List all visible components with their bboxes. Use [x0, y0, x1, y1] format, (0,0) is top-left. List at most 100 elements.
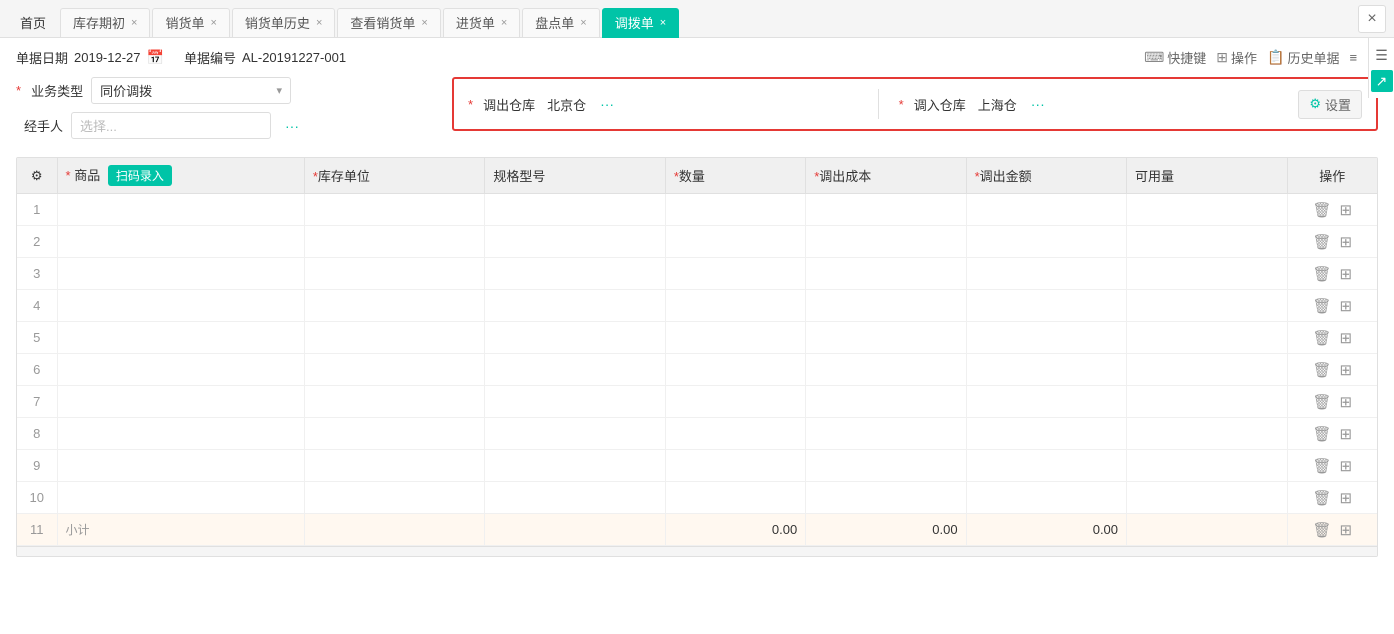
- delete-icon[interactable]: 🗑: [1312, 521, 1331, 539]
- biz-type-required: *: [16, 83, 21, 98]
- copy-icon[interactable]: ⊞: [1339, 329, 1352, 347]
- copy-icon[interactable]: ⊞: [1339, 201, 1352, 219]
- qty-cell: [665, 386, 805, 418]
- calendar-icon[interactable]: 📅: [147, 49, 164, 66]
- tab-inventory[interactable]: 盘点单 ×: [522, 8, 599, 38]
- qty-cell: [665, 290, 805, 322]
- tab-sales-order-label: 销货单: [165, 13, 204, 32]
- copy-icon[interactable]: ⊞: [1339, 265, 1352, 283]
- delete-icon[interactable]: 🗑: [1312, 457, 1331, 475]
- tab-view-sales[interactable]: 查看销货单 ×: [337, 8, 440, 38]
- transfer-out-field: * 调出仓库 北京仓 ···: [468, 95, 858, 114]
- tab-stock-init[interactable]: 库存期初 ×: [60, 8, 150, 38]
- tab-transfer-close[interactable]: ×: [660, 17, 666, 29]
- transfer-in-more-icon[interactable]: ···: [1031, 96, 1045, 112]
- tab-purchase-order-close[interactable]: ×: [501, 17, 507, 29]
- tab-transfer[interactable]: 调拨单 ×: [602, 8, 679, 38]
- tab-sales-history-close[interactable]: ×: [316, 17, 322, 29]
- delete-icon[interactable]: 🗑: [1312, 265, 1331, 283]
- table-row: 9 🗑 ⊞: [17, 450, 1377, 482]
- product-cell: [57, 194, 304, 226]
- layout1-button[interactable]: ≡: [1350, 50, 1358, 65]
- handler-row: 经手人 选择... ···: [16, 112, 436, 139]
- tab-home[interactable]: 首页: [8, 8, 58, 38]
- row-actions: 🗑 ⊞: [1287, 258, 1377, 290]
- copy-icon[interactable]: ⊞: [1339, 489, 1352, 507]
- transfer-out-required: *: [468, 97, 473, 112]
- tab-bar: 首页 库存期初 × 销货单 × 销货单历史 × 查看销货单 × 进货单 × 盘点…: [0, 0, 1394, 38]
- row-num: 8: [17, 418, 57, 450]
- subtotal-label-cell: 小计: [57, 514, 304, 546]
- row-num: 2: [17, 226, 57, 258]
- subtotal-spec: [485, 514, 665, 546]
- operations-label: 操作: [1231, 48, 1257, 67]
- form-left: * 业务类型 同价调拨 ▾ 经手人 选择... ···: [16, 77, 436, 147]
- delete-icon[interactable]: 🗑: [1312, 393, 1331, 411]
- subtotal-avail: [1127, 514, 1287, 546]
- scan-button[interactable]: 扫码录入: [108, 165, 172, 186]
- delete-icon[interactable]: 🗑: [1312, 297, 1331, 315]
- tab-sales-order-close[interactable]: ×: [210, 17, 216, 29]
- tab-sales-order[interactable]: 销货单 ×: [152, 8, 229, 38]
- tab-view-sales-label: 查看销货单: [350, 13, 415, 32]
- row-actions: 🗑 ⊞: [1287, 450, 1377, 482]
- doc-date-field: 单据日期 2019-12-27 📅: [16, 48, 164, 67]
- copy-icon[interactable]: ⊞: [1339, 297, 1352, 315]
- biz-type-select[interactable]: 同价调拨 ▾: [91, 77, 291, 104]
- copy-icon[interactable]: ⊞: [1339, 393, 1352, 411]
- col-spec: 规格型号: [485, 158, 665, 194]
- copy-icon[interactable]: ⊞: [1339, 425, 1352, 443]
- tab-inventory-close[interactable]: ×: [580, 17, 586, 29]
- copy-icon[interactable]: ⊞: [1339, 361, 1352, 379]
- settings-button[interactable]: ⚙ 设置: [1298, 90, 1362, 119]
- handler-select[interactable]: 选择...: [71, 112, 271, 139]
- transfer-out-more-icon[interactable]: ···: [600, 96, 614, 112]
- unit-cell: [304, 386, 484, 418]
- sidebar-export-icon[interactable]: ↗: [1371, 70, 1393, 92]
- col-avail: 可用量: [1127, 158, 1287, 194]
- delete-icon[interactable]: 🗑: [1312, 329, 1331, 347]
- delete-icon[interactable]: 🗑: [1312, 425, 1331, 443]
- operations-button[interactable]: ⊞ 操作: [1216, 48, 1257, 67]
- shortcuts-button[interactable]: ⌨ 快捷键: [1144, 48, 1206, 67]
- warehouse-box: * 调出仓库 北京仓 ··· * 调入仓库 上海仓 ··· ⚙ 设置: [452, 77, 1378, 131]
- history-button[interactable]: 📋 历史单据: [1267, 48, 1339, 67]
- col-gear[interactable]: ⚙: [17, 158, 57, 194]
- table-row: 3 🗑 ⊞: [17, 258, 1377, 290]
- doc-no-field: 单据编号 AL-20191227-001: [184, 48, 346, 67]
- table-header-row: ⚙ * 商品 扫码录入 *库存单位 规格型号 *数量 *调出成本 *调出金额 可…: [17, 158, 1377, 194]
- biz-type-value: 同价调拨: [100, 81, 152, 100]
- transfer-in-value: 上海仓: [978, 95, 1017, 114]
- col-product-label: 商品: [74, 168, 100, 183]
- table-row: 4 🗑 ⊞: [17, 290, 1377, 322]
- settings-gear-icon: ⚙: [1309, 96, 1321, 112]
- tab-sales-history[interactable]: 销货单历史 ×: [232, 8, 335, 38]
- spec-cell: [485, 450, 665, 482]
- delete-icon[interactable]: 🗑: [1312, 361, 1331, 379]
- col-amount: *调出金额: [966, 158, 1126, 194]
- copy-icon[interactable]: ⊞: [1339, 521, 1352, 539]
- table-scrollbar[interactable]: [17, 546, 1377, 556]
- qty-cell: [665, 258, 805, 290]
- delete-icon[interactable]: 🗑: [1312, 489, 1331, 507]
- product-cell: [57, 258, 304, 290]
- unit-cell: [304, 194, 484, 226]
- tab-stock-init-close[interactable]: ×: [131, 17, 137, 29]
- handler-more-icon[interactable]: ···: [285, 118, 299, 134]
- avail-cell: [1127, 354, 1287, 386]
- right-sidebar: ☰ ↗: [1368, 38, 1394, 98]
- cost-cell: [806, 450, 966, 482]
- data-table: ⚙ * 商品 扫码录入 *库存单位 规格型号 *数量 *调出成本 *调出金额 可…: [16, 157, 1378, 557]
- sidebar-list-icon[interactable]: ☰: [1371, 44, 1393, 66]
- amount-cell: [966, 450, 1126, 482]
- copy-icon[interactable]: ⊞: [1339, 233, 1352, 251]
- tab-view-sales-close[interactable]: ×: [421, 17, 427, 29]
- row-num: 3: [17, 258, 57, 290]
- delete-icon[interactable]: 🗑: [1312, 201, 1331, 219]
- window-close-button[interactable]: ×: [1358, 5, 1386, 33]
- tab-purchase-order[interactable]: 进货单 ×: [443, 8, 520, 38]
- cost-cell: [806, 354, 966, 386]
- copy-icon[interactable]: ⊞: [1339, 457, 1352, 475]
- delete-icon[interactable]: 🗑: [1312, 233, 1331, 251]
- row-actions: 🗑 ⊞: [1287, 226, 1377, 258]
